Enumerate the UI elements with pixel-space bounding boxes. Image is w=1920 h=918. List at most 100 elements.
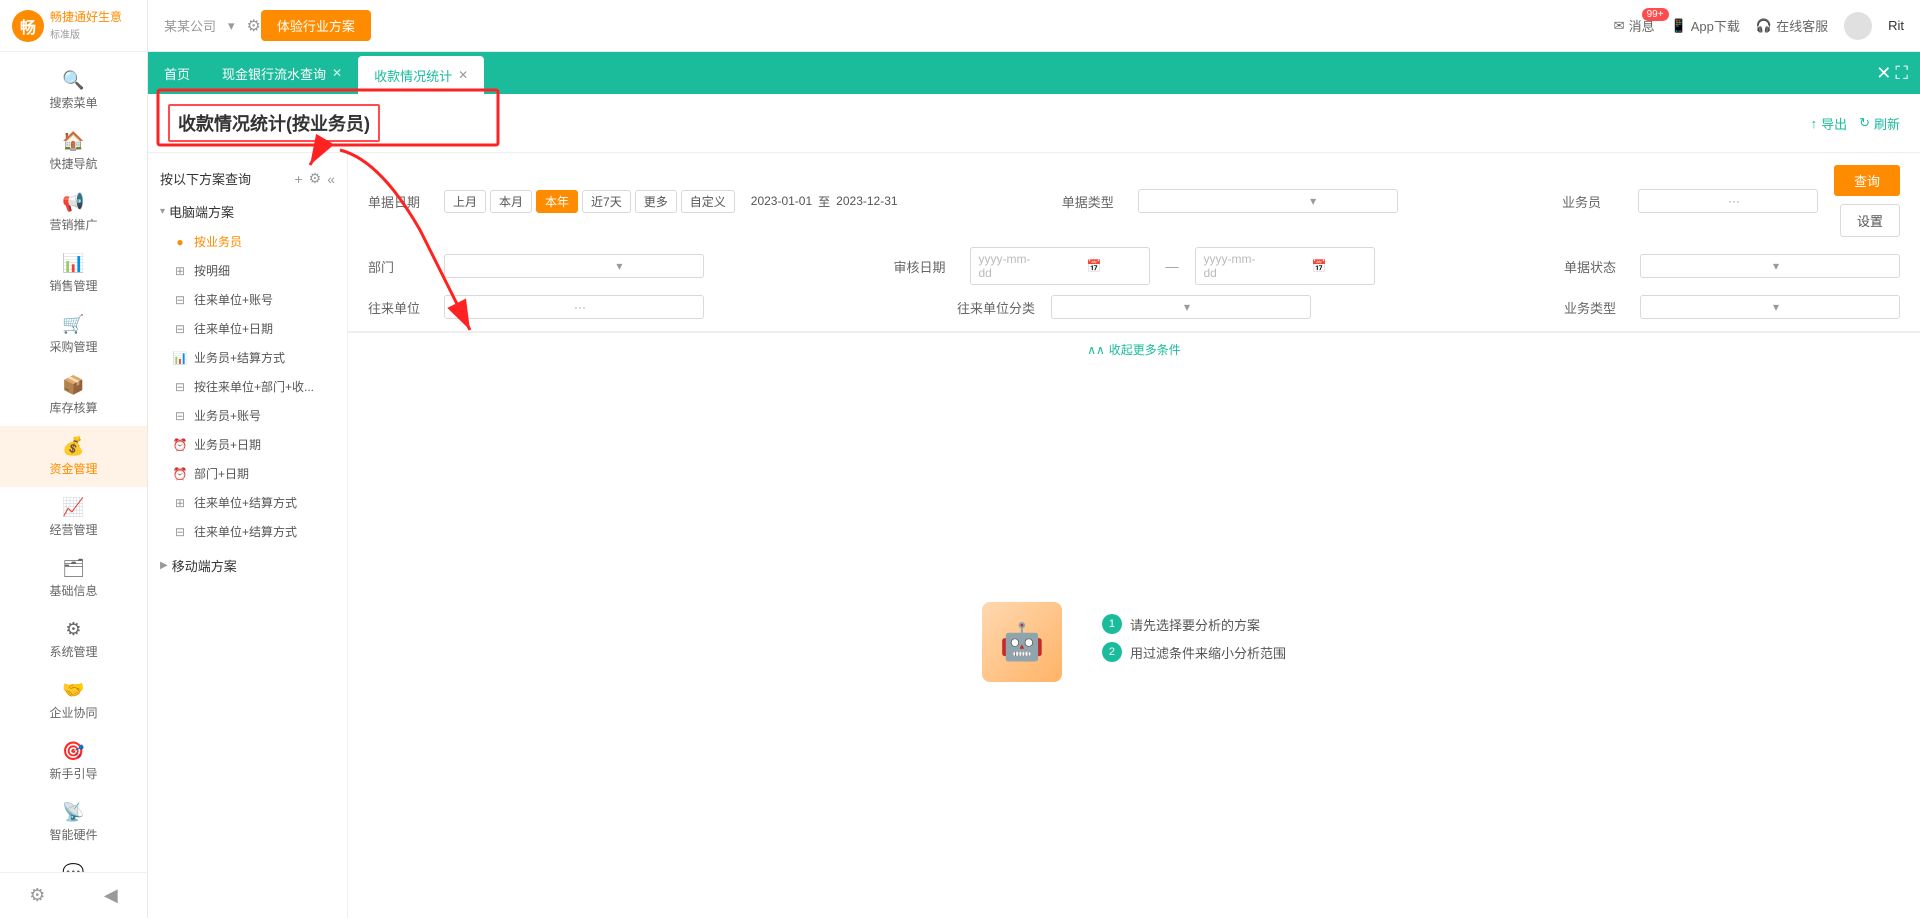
sidebar-item-finance[interactable]: 💰 资金管理 — [0, 426, 147, 487]
calendar-to-icon[interactable]: 📅 — [1312, 259, 1366, 273]
filter-setting-button[interactable]: 设置 — [1840, 204, 1900, 237]
tab-bank-flow[interactable]: 现金银行流水查询 ✕ — [206, 52, 358, 94]
sidebar-label-guide: 新手引导 — [49, 765, 97, 782]
collapse-conditions-button[interactable]: ∧∧ 收起更多条件 — [1087, 341, 1181, 358]
sidebar-item-cooperation[interactable]: 🤝 企业协同 — [0, 670, 147, 731]
sidebar-item-system[interactable]: ⚙ 系统管理 — [0, 609, 147, 670]
partner-account-icon: ⊟ — [172, 292, 188, 308]
sidebar-item-quick-nav[interactable]: 🏠 快捷导航 — [0, 121, 147, 182]
empty-illustration: 🤖 — [982, 602, 1062, 682]
sidebar-label-system: 系统管理 — [49, 643, 97, 660]
sidebar-item-purchase[interactable]: 🛒 采购管理 — [0, 304, 147, 365]
empty-step-2: 2 用过滤条件来缩小分析范围 — [1102, 642, 1286, 662]
refresh-label: 刷新 — [1874, 114, 1900, 133]
date-btn-custom[interactable]: 自定义 — [681, 190, 735, 213]
collapse-panel-button[interactable]: « — [327, 171, 335, 187]
date-btn-this-year[interactable]: 本年 — [536, 190, 578, 213]
scheme-item-partner-payment2[interactable]: ⊟ 往来单位+结算方式 — [156, 517, 347, 546]
left-panel-actions: + ⚙ « — [294, 170, 335, 187]
page-title: 收款情况统计(按业务员) — [168, 104, 380, 142]
date-from: 2023-01-01 — [751, 194, 812, 208]
scheme-item-dept-date[interactable]: ⏰ 部门+日期 — [156, 459, 347, 488]
tab-home[interactable]: 首页 — [148, 52, 206, 94]
partner-select[interactable]: ··· — [444, 295, 704, 319]
sidebar-item-operations[interactable]: 📈 经营管理 — [0, 487, 147, 548]
tab-collection-stats[interactable]: 收款情况统计 ✕ — [358, 56, 484, 94]
trial-button[interactable]: 体验行业方案 — [261, 10, 371, 41]
sidebar-item-wechat[interactable]: 💬 企业微信 — [0, 853, 147, 872]
type-filter-label: 单据类型 — [1062, 192, 1122, 211]
header-gear-icon[interactable]: ⚙ — [247, 16, 261, 36]
scheme-item-salesperson-account[interactable]: ⊟ 业务员+账号 — [156, 401, 347, 430]
type-select[interactable]: ▾ — [1138, 189, 1398, 213]
tab-close-all-button[interactable]: ✕ — [1876, 63, 1891, 84]
mobile-scheme-header[interactable]: ▶ 移动端方案 — [148, 550, 347, 581]
tab-close-bank-flow[interactable]: ✕ — [332, 66, 342, 80]
scheme-item-salesperson-payment[interactable]: 📊 业务员+结算方式 — [156, 343, 347, 372]
date-btn-more[interactable]: 更多 — [635, 190, 677, 213]
scheme-item-partner-date[interactable]: ⊟ 往来单位+日期 — [156, 314, 347, 343]
biz-type-select[interactable]: ▾ — [1640, 295, 1900, 319]
date-btn-last-month[interactable]: 上月 — [444, 190, 486, 213]
date-btn-this-month[interactable]: 本月 — [490, 190, 532, 213]
collapse-label: 收起更多条件 — [1109, 341, 1181, 358]
desktop-scheme-section: ▾ 电脑端方案 ● 按业务员 ⊞ 按明细 — [148, 196, 347, 546]
review-date-to[interactable]: yyyy-mm-dd 📅 — [1195, 247, 1375, 285]
add-scheme-button[interactable]: + — [294, 171, 302, 187]
sidebar-item-search-menu[interactable]: 🔍 搜索菜单 — [0, 60, 147, 121]
page-title-bar: 收款情况统计(按业务员) ↑ 导出 ↻ 刷新 — [148, 94, 1920, 153]
query-button[interactable]: 查询 — [1834, 165, 1900, 196]
chevron-down-icon[interactable]: ▾ — [228, 18, 235, 34]
scheme-setting-button[interactable]: ⚙ — [309, 170, 322, 187]
scheme-item-partner-account[interactable]: ⊟ 往来单位+账号 — [156, 285, 347, 314]
collapse-icon: ∧∧ — [1087, 343, 1105, 357]
tab-collection-stats-label: 收款情况统计 — [374, 66, 452, 85]
mobile-scheme-label: 移动端方案 — [172, 556, 237, 575]
date-range: 2023-01-01 至 2023-12-31 — [751, 193, 898, 210]
app-download-button[interactable]: 📱 App下载 — [1671, 16, 1740, 35]
desktop-scheme-header[interactable]: ▾ 电脑端方案 — [148, 196, 347, 227]
message-icon: ✉ — [1614, 18, 1625, 34]
scheme-item-by-salesperson[interactable]: ● 按业务员 — [156, 227, 347, 256]
inventory-icon: 📦 — [62, 375, 84, 396]
status-select[interactable]: ▾ — [1640, 254, 1900, 278]
title-actions: ↑ 导出 ↻ 刷新 — [1811, 114, 1900, 133]
tab-expand-button[interactable]: ⛶ — [1895, 63, 1908, 84]
tab-close-collection-stats[interactable]: ✕ — [458, 68, 468, 82]
sidebar-label-operations: 经营管理 — [49, 521, 97, 538]
scheme-item-partner-payment1[interactable]: ⊞ 往来单位+结算方式 — [156, 488, 347, 517]
empty-area: 🤖 1 请先选择要分析的方案 2 用过滤条件来缩小分析范围 — [348, 366, 1920, 918]
avatar[interactable] — [1844, 12, 1872, 40]
salesperson-select[interactable]: ··· — [1638, 189, 1818, 213]
scheme-item-partner-dept[interactable]: ⊟ 按往来单位+部门+收... — [156, 372, 347, 401]
content-body: 按以下方案查询 + ⚙ « ▾ 电脑端方案 — [148, 153, 1920, 918]
step-2-number: 2 — [1102, 642, 1122, 662]
sidebar-item-marketing[interactable]: 📢 营销推广 — [0, 182, 147, 243]
date-btn-7days[interactable]: 近7天 — [582, 190, 631, 213]
purchase-icon: 🛒 — [62, 314, 84, 335]
salesperson-dots-icon[interactable]: ··· — [1728, 194, 1809, 208]
export-button[interactable]: ↑ 导出 — [1811, 114, 1848, 133]
sidebar-item-guide[interactable]: 🎯 新手引导 — [0, 731, 147, 792]
review-date-from[interactable]: yyyy-mm-dd 📅 — [970, 247, 1150, 285]
refresh-button[interactable]: ↻ 刷新 — [1859, 114, 1900, 133]
message-button[interactable]: ✉ 消息 99+ — [1614, 16, 1655, 35]
sidebar-item-hardware[interactable]: 📡 智能硬件 — [0, 792, 147, 853]
sidebar-item-basic-info[interactable]: 🗂 基础信息 — [0, 548, 147, 609]
collapse-footer-icon[interactable]: ◀ — [104, 885, 118, 906]
biz-type-label: 业务类型 — [1564, 298, 1624, 317]
arrow-down-icon: ▾ — [160, 206, 165, 217]
partner-category-select[interactable]: ▾ — [1051, 295, 1311, 319]
app-logo: 畅 畅捷通好生意 标准版 — [0, 0, 147, 52]
online-service-button[interactable]: 🎧 在线客服 — [1756, 16, 1828, 35]
settings-footer-icon[interactable]: ⚙ — [29, 885, 45, 906]
dept-select[interactable]: ▾ — [444, 254, 704, 278]
calendar-from-icon[interactable]: 📅 — [1087, 259, 1141, 273]
date-to: 2023-12-31 — [836, 194, 897, 208]
empty-step-1: 1 请先选择要分析的方案 — [1102, 614, 1286, 634]
scheme-item-by-detail[interactable]: ⊞ 按明细 — [156, 256, 347, 285]
sidebar-item-sales[interactable]: 📊 销售管理 — [0, 243, 147, 304]
scheme-item-salesperson-date[interactable]: ⏰ 业务员+日期 — [156, 430, 347, 459]
sidebar-item-inventory[interactable]: 📦 库存核算 — [0, 365, 147, 426]
partner-dots-icon[interactable]: ··· — [574, 300, 695, 314]
